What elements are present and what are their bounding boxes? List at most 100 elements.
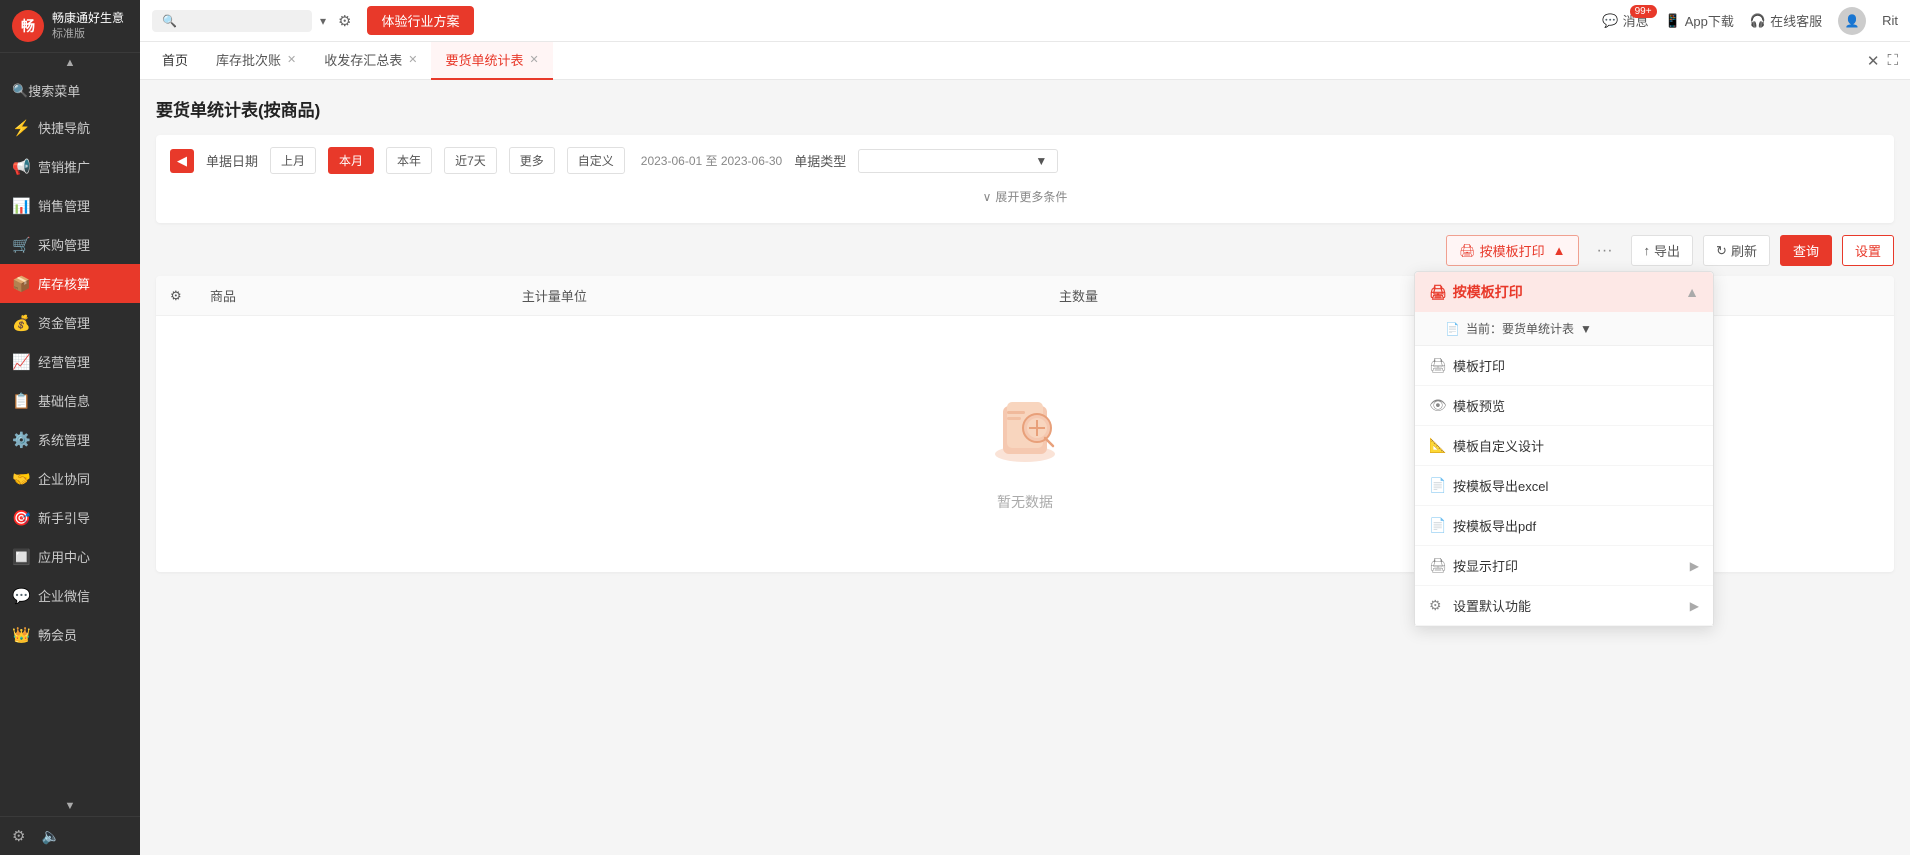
tab-collection-close[interactable]: ✕	[408, 53, 417, 66]
sales-icon: 📊	[12, 197, 30, 215]
dropdown-item-export-pdf[interactable]: 📄 按模板导出pdf	[1415, 506, 1713, 546]
tab-batch-accounts[interactable]: 库存批次账 ✕	[202, 42, 310, 80]
content-area: 要货单统计表(按商品) ◀ 单据日期 上月 本月 本年 近7天 更多 自定义 2…	[140, 80, 1910, 855]
current-template-arrow: ▼	[1580, 322, 1592, 336]
refresh-btn[interactable]: ↻ 刷新	[1703, 235, 1770, 266]
dropdown-item-template-preview[interactable]: 👁 模板预览	[1415, 386, 1713, 426]
search-icon: 🔍	[12, 83, 28, 99]
print-dropdown-close-btn[interactable]: ▲	[1685, 284, 1699, 300]
settings-footer-icon[interactable]: ⚙	[12, 827, 25, 845]
date-btn-last-7-days[interactable]: 近7天	[444, 147, 497, 174]
messages-badge: 99+	[1630, 5, 1657, 18]
sidebar-item-label: 系统管理	[38, 430, 90, 449]
sidebar-logo: 畅 畅康通好生意 标准版	[0, 0, 140, 53]
dropdown-item-default-func[interactable]: ⚙ 设置默认功能 ▶	[1415, 586, 1713, 626]
tab-home-label: 首页	[162, 50, 188, 69]
date-range-display: 2023-06-01 至 2023-06-30	[641, 152, 782, 169]
date-btn-current-month[interactable]: 本月	[328, 147, 374, 174]
topbar-search-box[interactable]: 🔍	[152, 10, 312, 32]
print-dropdown-header: 🖨 按模板打印 ▲	[1415, 272, 1713, 312]
template-print-label: 模板打印	[1453, 356, 1505, 375]
dropdown-item-display-print[interactable]: 🖨 按显示打印 ▶	[1415, 546, 1713, 586]
sidebar-scroll-up[interactable]: ▲	[0, 53, 140, 73]
date-btn-more[interactable]: 更多	[509, 147, 555, 174]
tabbar-right: ✕ ⛶	[1863, 48, 1902, 74]
expand-more-btn[interactable]: ∨ 展开更多条件	[170, 182, 1880, 211]
experience-btn[interactable]: 体验行业方案	[367, 6, 473, 35]
sidebar-item-marketing[interactable]: 📢 营销推广	[0, 147, 140, 186]
toolbar-more-icon[interactable]: ···	[1589, 238, 1621, 264]
print-dropdown-current-template[interactable]: 📄 当前：要货单统计表 ▼	[1415, 312, 1713, 346]
date-btn-prev-month[interactable]: 上月	[270, 147, 316, 174]
print-dropdown-title-text: 按模板打印	[1453, 282, 1523, 302]
sidebar-item-label: 畅会员	[38, 625, 77, 644]
tabbar-close-all-btn[interactable]: ✕	[1863, 48, 1884, 74]
order-type-select[interactable]: ▼	[858, 149, 1058, 173]
marketing-icon: 📢	[12, 158, 30, 176]
sidebar-item-finance[interactable]: 💰 资金管理	[0, 303, 140, 342]
sidebar-item-label: 基础信息	[38, 391, 90, 410]
dropdown-item-export-excel[interactable]: 📄 按模板导出excel	[1415, 466, 1713, 506]
sidebar-item-member[interactable]: 👑 畅会员	[0, 615, 140, 654]
date-btn-custom[interactable]: 自定义	[567, 147, 625, 174]
sidebar-item-sales[interactable]: 📊 销售管理	[0, 186, 140, 225]
user-avatar[interactable]: 👤	[1838, 7, 1866, 35]
sidebar-item-operations[interactable]: 📈 经营管理	[0, 342, 140, 381]
tab-collection-summary[interactable]: 收发存汇总表 ✕	[310, 42, 431, 80]
topbar-online-service[interactable]: 🎧 在线客服	[1750, 11, 1822, 30]
sidebar-search[interactable]: 🔍 搜索菜单	[0, 73, 140, 108]
topbar-messages[interactable]: 💬 消息 99+	[1602, 11, 1648, 30]
main-content: 🔍 ▾ ⚙ 体验行业方案 💬 消息 99+ 📱 App下载 🎧 在线客服	[140, 0, 1910, 855]
app-logo-icon: 畅	[12, 10, 44, 42]
dropdown-item-template-print[interactable]: 🖨 模板打印	[1415, 346, 1713, 386]
topbar-gear-icon[interactable]: ⚙	[338, 12, 351, 30]
dropdown-item-template-custom[interactable]: 📐 模板自定义设计	[1415, 426, 1713, 466]
sidebar-item-system[interactable]: ⚙️ 系统管理	[0, 420, 140, 459]
sound-footer-icon[interactable]: 🔈	[41, 827, 60, 845]
tab-order-label: 要货单统计表	[445, 50, 523, 69]
sidebar-item-apps[interactable]: 🔲 应用中心	[0, 537, 140, 576]
sidebar-item-purchase[interactable]: 🛒 采购管理	[0, 225, 140, 264]
sidebar-item-basic[interactable]: 📋 基础信息	[0, 381, 140, 420]
refresh-btn-label: 刷新	[1731, 241, 1757, 260]
topbar-app-download[interactable]: 📱 App下载	[1665, 11, 1734, 30]
sidebar-item-wechat[interactable]: 💬 企业微信	[0, 576, 140, 615]
sidebar-item-guide[interactable]: 🎯 新手引导	[0, 498, 140, 537]
service-icon: 🎧	[1750, 13, 1766, 29]
sidebar-scroll-down[interactable]: ▼	[0, 796, 140, 816]
app-edition: 标准版	[52, 27, 124, 42]
app-name: 畅康通好生意	[52, 10, 124, 27]
display-print-label: 按显示打印	[1453, 556, 1518, 575]
export-btn[interactable]: ↑ 导出	[1631, 235, 1694, 266]
sidebar-item-label: 企业微信	[38, 586, 90, 605]
tab-home[interactable]: 首页	[148, 42, 202, 80]
template-print-icon: 🖨	[1429, 357, 1445, 374]
system-icon: ⚙️	[12, 431, 30, 449]
sidebar-item-quick-nav[interactable]: ⚡ 快捷导航	[0, 108, 140, 147]
col-settings-header[interactable]: ⚙	[156, 276, 196, 316]
sidebar-item-label: 资金管理	[38, 313, 90, 332]
tabbar-expand-btn[interactable]: ⛶	[1883, 48, 1902, 73]
tab-batch-label: 库存批次账	[216, 50, 281, 69]
query-btn[interactable]: 查询	[1780, 235, 1832, 266]
print-template-btn[interactable]: 🖨 按模板打印 ▲	[1446, 235, 1578, 266]
topbar-dropdown[interactable]: ▾	[320, 14, 326, 28]
tab-order-stats[interactable]: 要货单统计表 ✕	[431, 42, 552, 80]
tab-batch-close[interactable]: ✕	[287, 53, 296, 66]
print-dropdown-title-icon: 🖨	[1429, 284, 1447, 301]
filter-collapse-btn[interactable]: ◀	[170, 149, 194, 173]
table-settings-icon[interactable]: ⚙	[170, 288, 182, 303]
sidebar-item-inventory[interactable]: 📦 库存核算	[0, 264, 140, 303]
settings-btn[interactable]: 设置	[1842, 235, 1894, 266]
sidebar-item-label: 经营管理	[38, 352, 90, 371]
member-icon: 👑	[12, 626, 30, 644]
export-pdf-icon: 📄	[1429, 517, 1445, 534]
tab-order-close[interactable]: ✕	[530, 53, 539, 66]
print-dropdown-title: 🖨 按模板打印	[1429, 282, 1523, 302]
display-print-arrow: ▶	[1690, 559, 1699, 573]
wechat-icon: 💬	[12, 587, 30, 605]
sidebar-footer: ⚙ 🔈	[0, 816, 140, 855]
date-btn-current-year[interactable]: 本年	[386, 147, 432, 174]
sidebar-item-collab[interactable]: 🤝 企业协同	[0, 459, 140, 498]
col-unit-header: 主计量单位	[508, 276, 1045, 316]
